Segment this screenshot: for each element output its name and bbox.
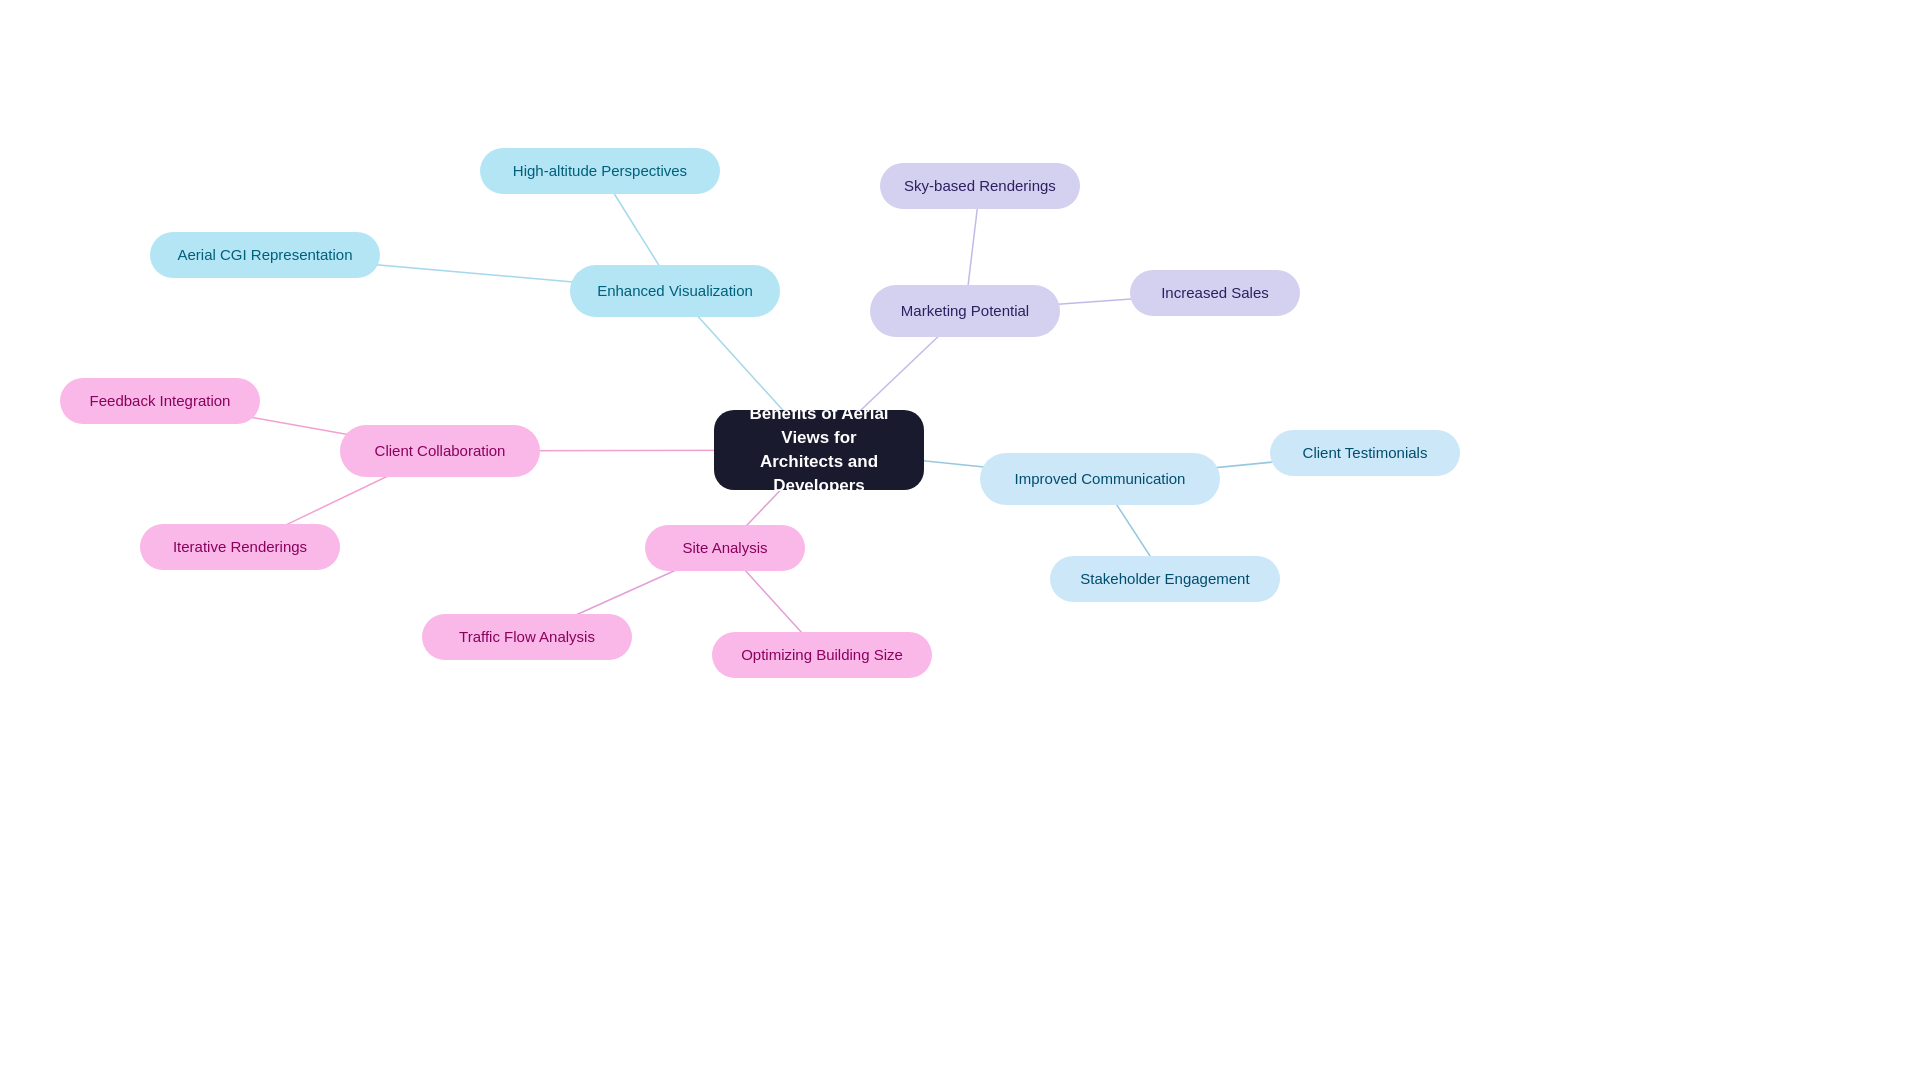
feedback-integration-node[interactable]: Feedback Integration bbox=[60, 378, 260, 424]
sky-based-node[interactable]: Sky-based Renderings bbox=[880, 163, 1080, 209]
high-altitude-node[interactable]: High-altitude Perspectives bbox=[480, 148, 720, 194]
center-node[interactable]: Benefits of Aerial Views for Architects … bbox=[714, 410, 924, 490]
optimizing-building-node[interactable]: Optimizing Building Size bbox=[712, 632, 932, 678]
client-testimonials-node[interactable]: Client Testimonials bbox=[1270, 430, 1460, 476]
stakeholder-engagement-node[interactable]: Stakeholder Engagement bbox=[1050, 556, 1280, 602]
aerial-cgi-node[interactable]: Aerial CGI Representation bbox=[150, 232, 380, 278]
marketing-potential-node[interactable]: Marketing Potential bbox=[870, 285, 1060, 337]
increased-sales-node[interactable]: Increased Sales bbox=[1130, 270, 1300, 316]
iterative-renderings-node[interactable]: Iterative Renderings bbox=[140, 524, 340, 570]
site-analysis-node[interactable]: Site Analysis bbox=[645, 525, 805, 571]
enhanced-visualization-node[interactable]: Enhanced Visualization bbox=[570, 265, 780, 317]
traffic-flow-node[interactable]: Traffic Flow Analysis bbox=[422, 614, 632, 660]
client-collaboration-node[interactable]: Client Collaboration bbox=[340, 425, 540, 477]
improved-communication-node[interactable]: Improved Communication bbox=[980, 453, 1220, 505]
